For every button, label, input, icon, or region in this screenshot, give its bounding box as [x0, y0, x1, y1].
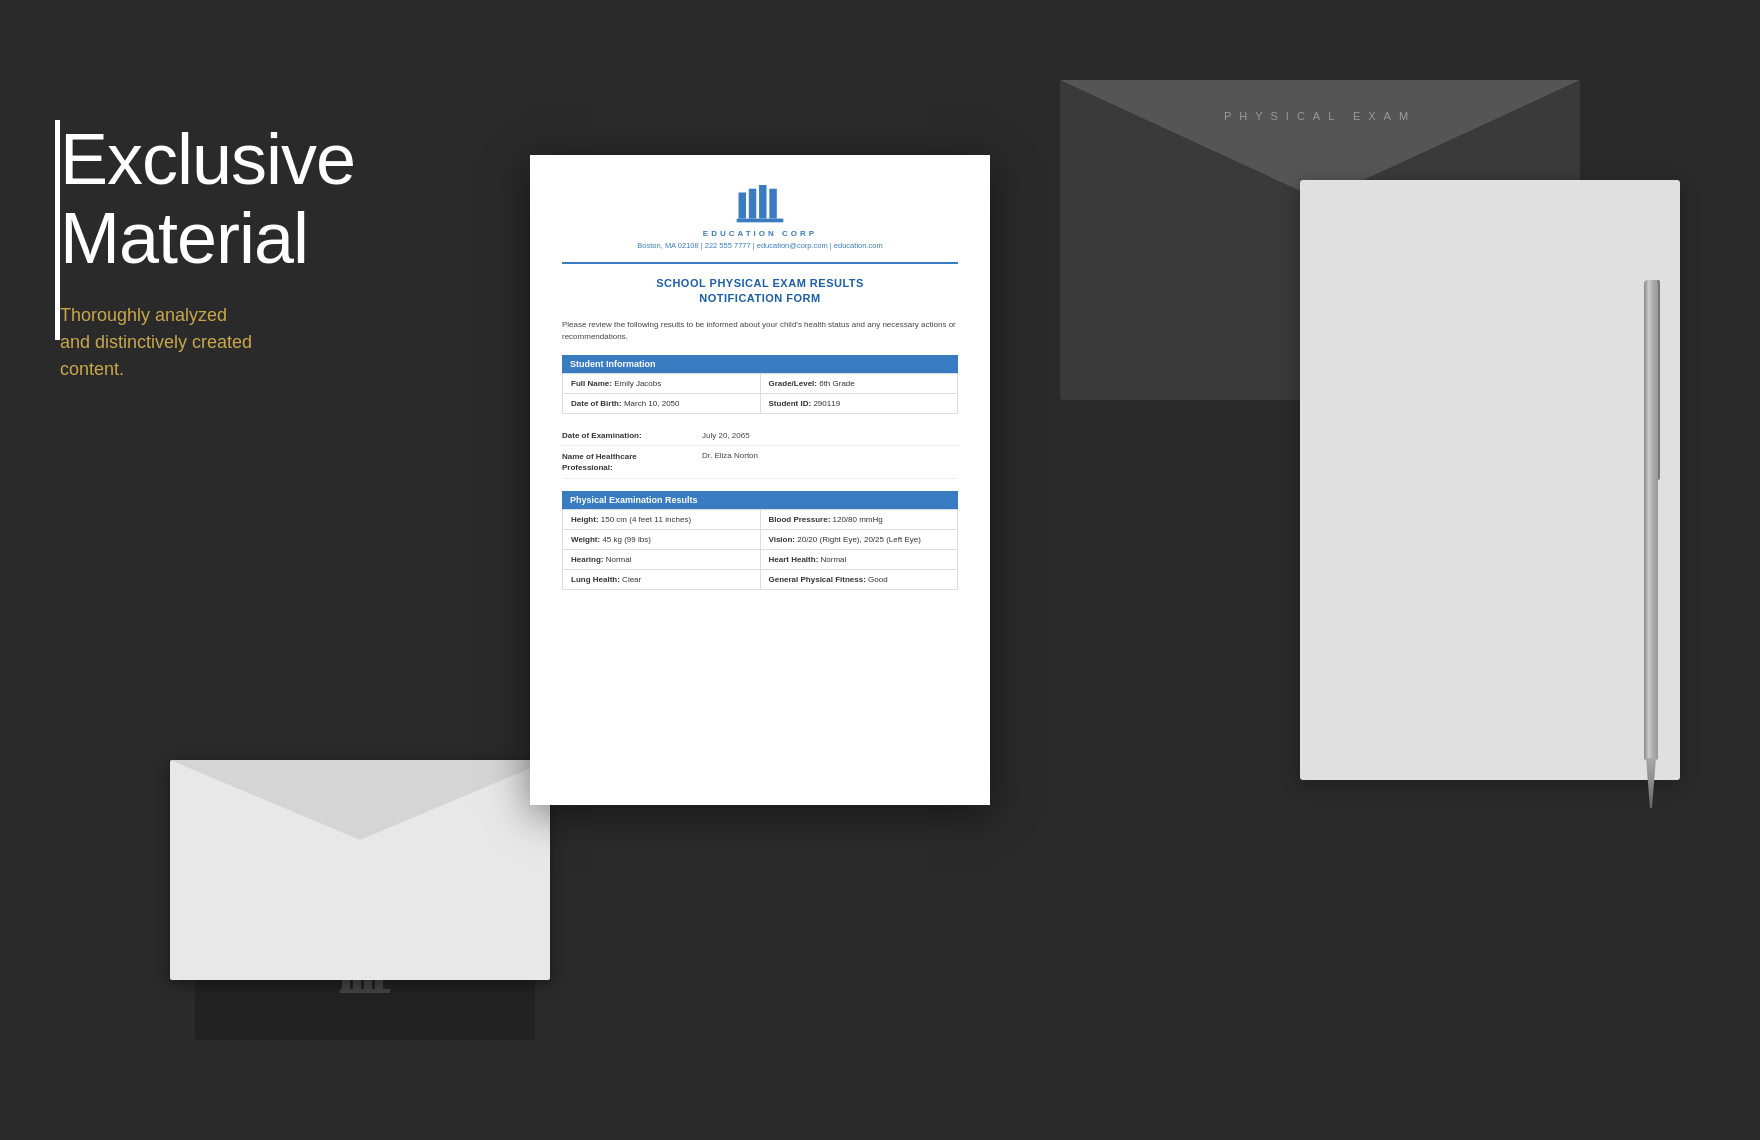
svg-rect-9: [737, 219, 784, 223]
company-name: EDUCATION CORP: [562, 229, 958, 238]
main-title: Exclusive Material: [60, 120, 440, 278]
physical-results-table: Height: 150 cm (4 feet 11 inches) Blood …: [562, 509, 958, 590]
left-panel: Exclusive Material Thoroughly analyzedan…: [60, 120, 440, 383]
table-row: Weight: 45 kg (99 lbs) Vision: 20/20 (Ri…: [563, 530, 958, 550]
exam-date-value: July 20, 2065: [702, 431, 750, 440]
exam-info: Date of Examination: July 20, 2065 Name …: [562, 426, 958, 479]
exam-date-label: Date of Examination:: [562, 431, 702, 440]
svg-rect-8: [769, 189, 776, 219]
pen-body: [1644, 280, 1658, 760]
table-row: Lung Health: Clear General Physical Fitn…: [563, 570, 958, 590]
student-section-header: Student Information: [562, 355, 958, 373]
table-row: Full Name: Emily Jacobs Grade/Level: 6th…: [563, 373, 958, 393]
svg-rect-7: [759, 185, 766, 219]
envelope-back-label: PHYSICAL EXAM: [1060, 110, 1580, 122]
header-divider: [562, 262, 958, 264]
pen-tip: [1646, 758, 1656, 808]
exam-date-row: Date of Examination: July 20, 2065: [562, 426, 958, 446]
table-row: Date of Birth: March 10, 2050 Student ID…: [563, 393, 958, 413]
healthcare-value: Dr. Eliza Norton: [702, 451, 758, 473]
table-row: Hearing: Normal Heart Health: Normal: [563, 550, 958, 570]
table-row: Height: 150 cm (4 feet 11 inches) Blood …: [563, 510, 958, 530]
main-document: EDUCATION CORP Boston, MA 02108 | 222 55…: [530, 155, 990, 805]
subtitle-text: Thoroughly analyzedand distinctively cre…: [60, 302, 440, 383]
healthcare-label: Name of HealthcareProfessional:: [562, 451, 702, 473]
svg-rect-5: [739, 192, 746, 218]
svg-rect-4: [340, 989, 390, 993]
student-info-table: Full Name: Emily Jacobs Grade/Level: 6th…: [562, 373, 958, 414]
document-intro: Please review the following results to b…: [562, 319, 958, 343]
svg-rect-6: [749, 189, 756, 219]
company-logo: [735, 185, 785, 227]
envelope-white: PHYSICAL EXA: [170, 760, 550, 980]
document-header: EDUCATION CORP Boston, MA 02108 | 222 55…: [562, 185, 958, 250]
envelope-right: [1300, 180, 1680, 780]
healthcare-row: Name of HealthcareProfessional: Dr. Eliz…: [562, 446, 958, 479]
document-title: SCHOOL PHYSICAL EXAM RESULTS NOTIFICATIO…: [562, 276, 958, 307]
physical-section-header: Physical Examination Results: [562, 491, 958, 509]
company-address: Boston, MA 02108 | 222 555 7777 | educat…: [562, 241, 958, 250]
pen: [1642, 280, 1660, 830]
